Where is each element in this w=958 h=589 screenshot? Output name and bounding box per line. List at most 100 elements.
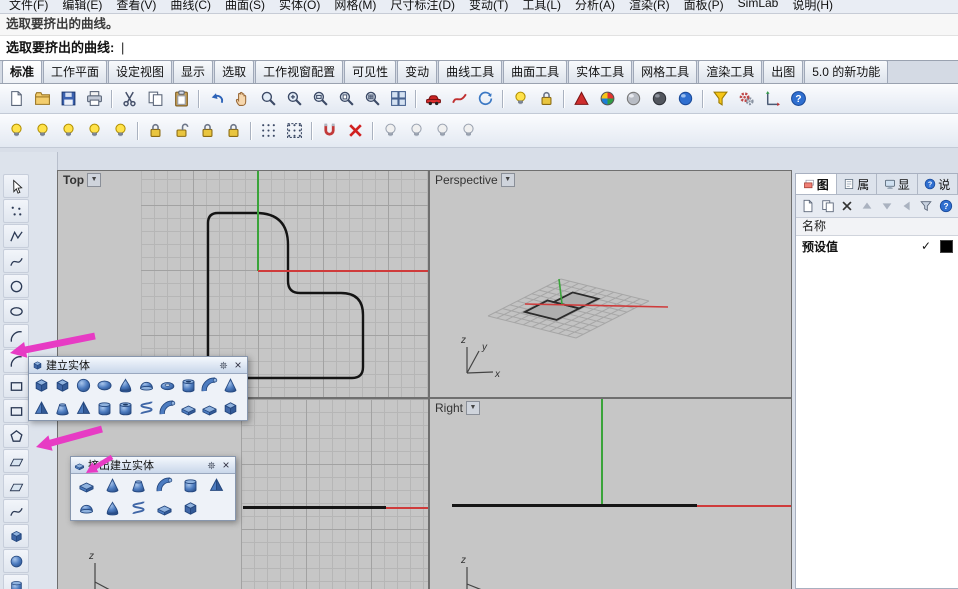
panel-tab-layers[interactable]: 图 [796, 174, 837, 194]
blue-sphere-icon[interactable] [673, 87, 697, 111]
menu-edit[interactable]: 编辑(E) [55, 0, 109, 13]
zoom-window-icon[interactable] [308, 87, 332, 111]
cylinder-solid-icon[interactable] [3, 574, 29, 589]
tab-mesh-tools[interactable]: 网格工具 [633, 61, 698, 83]
sphere-solid-icon[interactable] [3, 549, 29, 573]
solid-extrude-surface-icon[interactable] [220, 398, 241, 419]
menu-panels[interactable]: 面板(P) [677, 0, 731, 13]
current-layer-check-icon[interactable]: ✓ [912, 239, 940, 253]
panel-tab-help[interactable]: 说 [918, 174, 958, 194]
duplicate-layer-icon[interactable] [819, 197, 837, 215]
polyline-icon[interactable] [3, 224, 29, 248]
toolbar-title-bar[interactable]: 挤出建立实体 × [71, 457, 235, 474]
extrude-boss-icon[interactable] [177, 498, 203, 519]
extrude-wave-icon[interactable] [125, 498, 151, 519]
color-wheel-icon[interactable] [595, 87, 619, 111]
open-folder-icon[interactable] [30, 87, 54, 111]
red-wedge-icon[interactable] [569, 87, 593, 111]
menu-view[interactable]: 查看(V) [109, 0, 163, 13]
circle-icon[interactable] [3, 274, 29, 298]
arc-3pt-icon[interactable] [3, 349, 29, 373]
zoom-extents-all-icon[interactable] [360, 87, 384, 111]
lamp-icon[interactable] [508, 87, 532, 111]
solid-sphere-icon[interactable] [73, 375, 94, 396]
lights-on-icon[interactable] [4, 119, 28, 143]
viewport-right[interactable]: z Right ▼ [429, 398, 792, 589]
solid-truncated-pyramid-icon[interactable] [73, 398, 94, 419]
menu-dimension[interactable]: 尺寸标注(D) [383, 0, 462, 13]
lock-objects-icon[interactable] [143, 119, 167, 143]
grid-snap-icon[interactable] [256, 119, 280, 143]
toolbar-title-bar[interactable]: 建立实体 × [29, 357, 247, 374]
solid-tube-icon[interactable] [178, 375, 199, 396]
ghost-light-a-icon[interactable] [378, 119, 402, 143]
save-icon[interactable] [56, 87, 80, 111]
tab-surface-tools[interactable]: 曲面工具 [503, 61, 568, 83]
magnet-icon[interactable] [317, 119, 341, 143]
viewport-menu-arrow-icon[interactable]: ▼ [87, 173, 102, 187]
solid-cone-icon[interactable] [220, 375, 241, 396]
gears-icon[interactable] [734, 87, 758, 111]
viewport-menu-arrow-icon[interactable]: ▼ [466, 401, 481, 415]
layer-color-swatch[interactable] [940, 239, 953, 253]
extrude-ribbon-icon[interactable] [73, 498, 99, 519]
loft-icon[interactable] [3, 499, 29, 523]
panel-help-icon[interactable] [937, 197, 955, 215]
paste-icon[interactable] [169, 87, 193, 111]
extrude-straight-icon[interactable] [73, 475, 99, 496]
plane-icon[interactable] [3, 449, 29, 473]
new-document-icon[interactable] [4, 87, 28, 111]
menu-curve[interactable]: 曲线(C) [163, 0, 218, 13]
surface-icon[interactable] [3, 474, 29, 498]
solid-extrude-curve-icon[interactable] [199, 398, 220, 419]
pan-hand-icon[interactable] [230, 87, 254, 111]
ghost-light-c-icon[interactable] [430, 119, 454, 143]
menu-analyze[interactable]: 分析(A) [568, 0, 622, 13]
solid-box-icon[interactable] [31, 375, 52, 396]
viewport-layout-icon[interactable] [386, 87, 410, 111]
solid-spring-icon[interactable] [136, 398, 157, 419]
solid-paraboloid-icon[interactable] [115, 375, 136, 396]
solid-tube2-icon[interactable] [115, 398, 136, 419]
zoom-dynamic-icon[interactable] [256, 87, 280, 111]
tab-curve-tools[interactable]: 曲线工具 [438, 61, 503, 83]
dark-sphere-icon[interactable] [647, 87, 671, 111]
panel-tab-display[interactable]: 显 [877, 174, 918, 194]
tab-cplane[interactable]: 工作平面 [43, 61, 108, 83]
tab-transform[interactable]: 变动 [397, 61, 438, 83]
viewport-title[interactable]: Perspective ▼ [435, 173, 515, 187]
tab-select[interactable]: 选取 [214, 61, 255, 83]
extrude-to-point-icon[interactable] [99, 475, 125, 496]
extrude-cap-icon[interactable] [177, 475, 203, 496]
solid-pipe-icon[interactable] [199, 375, 220, 396]
solid-hemisphere-icon[interactable] [136, 375, 157, 396]
filter-icon[interactable] [918, 197, 936, 215]
tab-solid-tools[interactable]: 实体工具 [568, 61, 633, 83]
red-curve-icon[interactable] [447, 87, 471, 111]
solid-box-3pt-icon[interactable] [52, 375, 73, 396]
tab-viewport-layout[interactable]: 工作视窗配置 [255, 61, 344, 83]
panel-tab-properties[interactable]: 属 [837, 174, 877, 194]
solid-cylinder-icon[interactable] [94, 398, 115, 419]
lights-object-icon[interactable] [56, 119, 80, 143]
tab-set-view[interactable]: 设定视图 [108, 61, 173, 83]
solid-pipe2-icon[interactable] [157, 398, 178, 419]
viewport-title[interactable]: Top ▼ [63, 173, 102, 187]
extrude-pyramid-icon[interactable] [203, 475, 229, 496]
print-icon[interactable] [82, 87, 106, 111]
tab-standard[interactable]: 标准 [2, 61, 43, 83]
menu-simlab[interactable]: SimLab [731, 0, 786, 13]
ghost-light-d-icon[interactable] [456, 119, 480, 143]
lights-pair-icon[interactable] [108, 119, 132, 143]
extrude-rail-icon[interactable] [99, 498, 125, 519]
undo-icon[interactable] [204, 87, 228, 111]
lights-pointer-icon[interactable] [82, 119, 106, 143]
viewport-perspective[interactable]: z y x Perspective ▼ [429, 170, 792, 398]
toolbar-close-icon[interactable]: × [220, 459, 232, 471]
menu-surface[interactable]: 曲面(S) [218, 0, 272, 13]
planar-mode-icon[interactable] [282, 119, 306, 143]
command-prompt-line[interactable]: 选取要挤出的曲线: | [0, 36, 958, 61]
box-solid-icon[interactable] [3, 524, 29, 548]
viewport-menu-arrow-icon[interactable]: ▼ [500, 173, 515, 187]
polygon-icon[interactable] [3, 424, 29, 448]
